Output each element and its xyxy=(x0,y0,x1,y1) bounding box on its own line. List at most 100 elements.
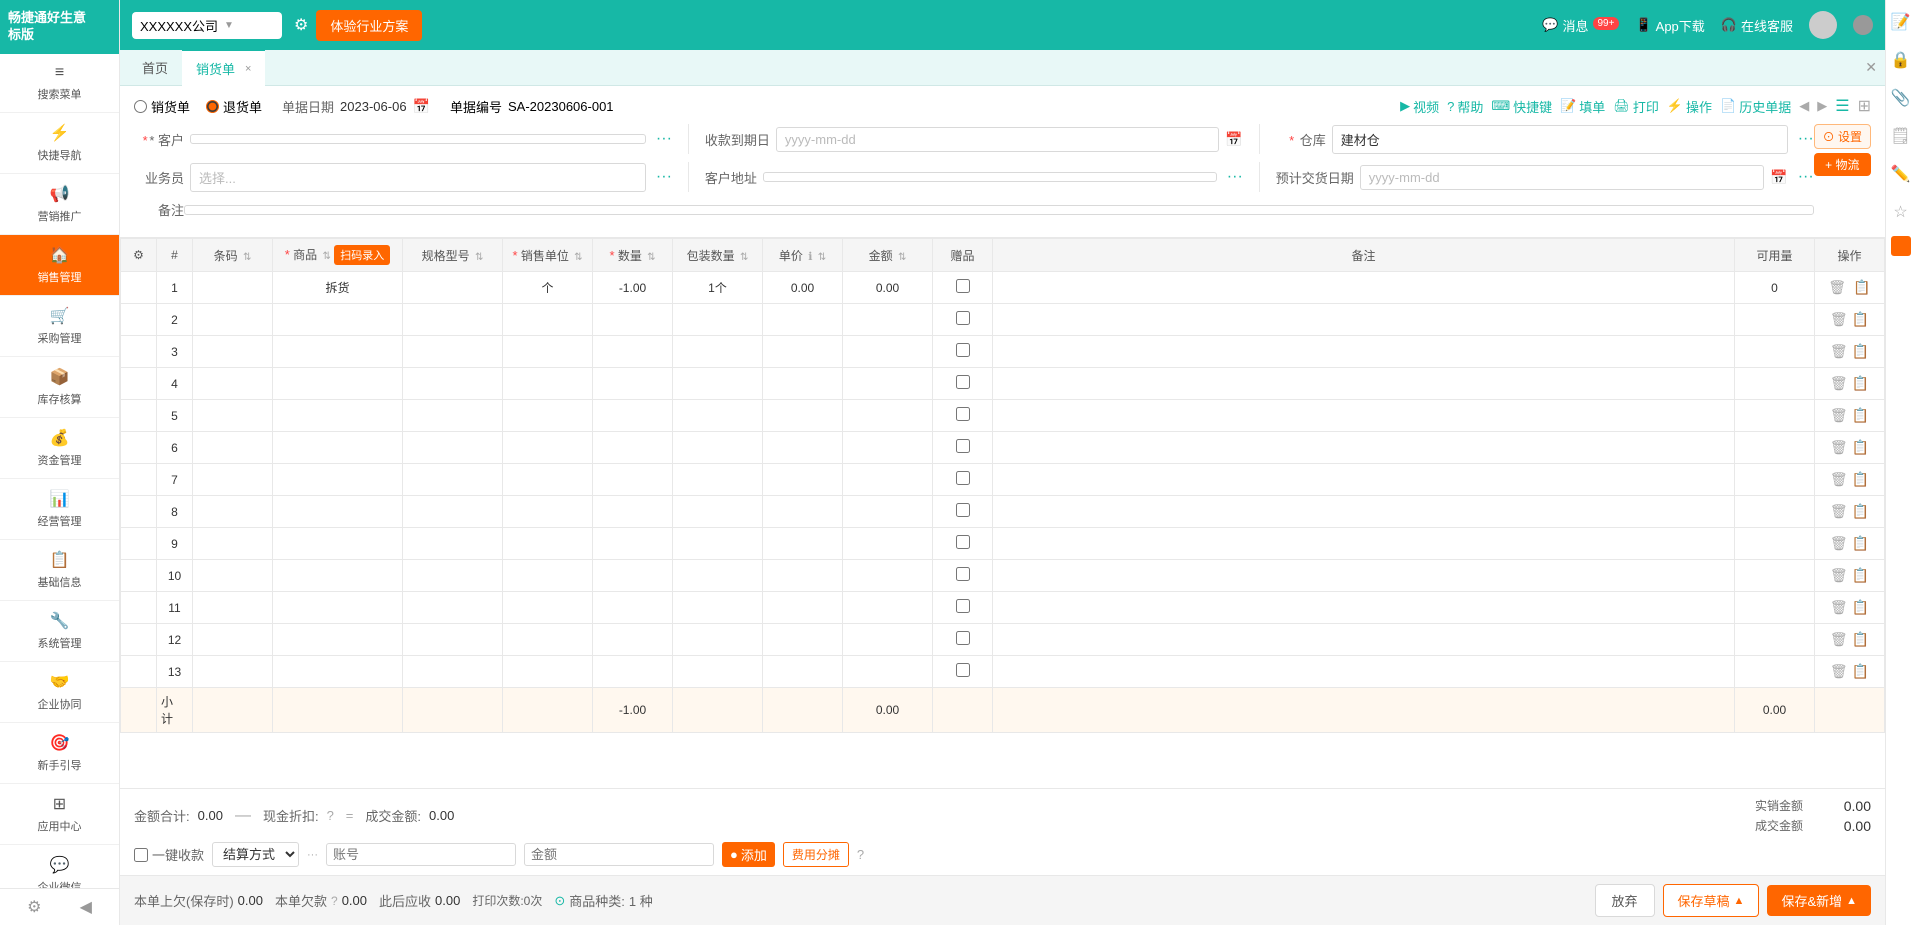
delete-icon[interactable]: 🗑 xyxy=(1830,535,1848,551)
flow-button[interactable]: + 物流 xyxy=(1814,153,1871,176)
nav-next-icon[interactable]: ▶ xyxy=(1817,98,1827,114)
sidebar-item-management[interactable]: 📊 经营管理 xyxy=(0,479,119,540)
settings-button[interactable]: ⊙ 设置 xyxy=(1814,124,1871,149)
one-click-pay-checkbox[interactable]: 一键收款 xyxy=(134,845,204,864)
copy-icon-1[interactable]: 📋 xyxy=(1853,279,1870,295)
gift-checkbox[interactable] xyxy=(956,599,970,613)
th-settings[interactable]: ⚙ xyxy=(121,239,157,272)
expected-dots-icon[interactable]: ··· xyxy=(1798,169,1814,185)
warehouse-dots-icon[interactable]: ··· xyxy=(1798,131,1814,147)
user-avatar-2[interactable] xyxy=(1853,15,1873,35)
expected-cal-icon[interactable]: 📅 xyxy=(1770,169,1787,186)
save-draft-button[interactable]: 保存草稿 ▲ xyxy=(1663,884,1760,917)
delete-icon[interactable]: 🗑 xyxy=(1830,599,1848,615)
row-product-1[interactable]: 拆货 xyxy=(273,272,403,304)
return-radio[interactable] xyxy=(206,100,219,113)
gift-checkbox[interactable] xyxy=(956,631,970,645)
message-item[interactable]: 💬 消息 99+ xyxy=(1542,16,1619,35)
tab-close-icon[interactable]: × xyxy=(245,63,251,75)
copy-icon[interactable]: 📋 xyxy=(1852,375,1869,391)
copy-icon[interactable]: 📋 xyxy=(1852,663,1869,679)
copy-icon[interactable]: 📋 xyxy=(1852,343,1869,359)
gift-checkbox[interactable] xyxy=(956,311,970,325)
view-list-icon[interactable]: ☰ xyxy=(1835,96,1849,116)
sidebar-item-finance[interactable]: 💰 资金管理 xyxy=(0,418,119,479)
fenyong-help-icon[interactable]: ? xyxy=(857,847,864,862)
video-link[interactable]: ▶ 视频 xyxy=(1400,97,1439,116)
operation-link[interactable]: ⚡ 操作 xyxy=(1667,97,1712,116)
sidebar-item-purchase[interactable]: 🛒 采购管理 xyxy=(0,296,119,357)
settings-footer-icon[interactable]: ⚙ xyxy=(27,897,41,917)
nav-prev-icon[interactable]: ◀ xyxy=(1799,98,1809,114)
sidebar-item-apps[interactable]: ⊞ 应用中心 xyxy=(0,784,119,845)
gift-checkbox[interactable] xyxy=(956,471,970,485)
row-spec-1[interactable] xyxy=(403,272,503,304)
copy-icon[interactable]: 📋 xyxy=(1852,439,1869,455)
expected-date-input[interactable]: yyyy-mm-dd xyxy=(1360,165,1764,190)
company-selector[interactable]: XXXXXX公司 ▼ xyxy=(132,12,282,39)
calendar-icon[interactable]: 📅 xyxy=(413,98,430,115)
amount-input[interactable] xyxy=(524,843,714,866)
gift-checkbox[interactable] xyxy=(956,567,970,581)
price-info-icon[interactable]: ℹ xyxy=(808,251,812,263)
row-gift-1[interactable] xyxy=(933,272,993,304)
online-support-item[interactable]: 🎧 在线客服 xyxy=(1721,16,1793,35)
scan-button[interactable]: 扫码录入 xyxy=(334,245,390,265)
warehouse-input[interactable]: 建材仓 xyxy=(1332,125,1788,154)
gift-checkbox[interactable] xyxy=(956,503,970,517)
row-barcode-1[interactable] xyxy=(193,272,273,304)
tab-sales-order[interactable]: 销货单 × xyxy=(182,49,265,86)
gift-checkbox[interactable] xyxy=(956,375,970,389)
template-link[interactable]: 📝 填单 xyxy=(1560,97,1605,116)
rp-star-icon[interactable]: ☆ xyxy=(1889,198,1911,226)
sale-radio[interactable] xyxy=(134,100,147,113)
rp-lock-icon[interactable]: 🔒 xyxy=(1887,46,1915,74)
sidebar-item-basic[interactable]: 📋 基础信息 xyxy=(0,540,119,601)
delete-icon[interactable]: 🗑 xyxy=(1830,343,1848,359)
delete-icon[interactable]: 🗑 xyxy=(1830,631,1848,647)
add-payment-button[interactable]: ● 添加 xyxy=(722,842,775,867)
sidebar-item-wechat[interactable]: 💬 企业微信 xyxy=(0,845,119,888)
settlement-dots-icon[interactable]: ··· xyxy=(307,849,318,861)
return-radio-label[interactable]: 退货单 xyxy=(206,97,262,116)
delete-icon[interactable]: 🗑 xyxy=(1830,567,1848,583)
row-price-1[interactable]: 0.00 xyxy=(763,272,843,304)
copy-icon[interactable]: 📋 xyxy=(1852,567,1869,583)
salesperson-dots-icon[interactable]: ··· xyxy=(656,169,672,185)
receivable-cal-icon[interactable]: 📅 xyxy=(1225,131,1242,148)
delete-icon[interactable]: 🗑 xyxy=(1830,471,1848,487)
rp-pen-icon[interactable]: ✏️ xyxy=(1887,160,1915,188)
gift-checkbox-1[interactable] xyxy=(956,279,970,293)
rp-attach-icon[interactable]: 📎 xyxy=(1887,84,1915,112)
copy-icon[interactable]: 📋 xyxy=(1852,311,1869,327)
copy-icon[interactable]: 📋 xyxy=(1852,535,1869,551)
settlement-select[interactable]: 结算方式 xyxy=(212,842,299,867)
delete-icon[interactable]: 🗑 xyxy=(1830,407,1848,423)
collapse-icon[interactable]: ◀ xyxy=(80,897,92,917)
sidebar-item-marketing[interactable]: 📢 营销推广 xyxy=(0,174,119,235)
copy-icon[interactable]: 📋 xyxy=(1852,503,1869,519)
gift-checkbox[interactable] xyxy=(956,535,970,549)
copy-icon[interactable]: 📋 xyxy=(1852,599,1869,615)
delete-icon[interactable]: 🗑 xyxy=(1830,439,1848,455)
view-grid-icon[interactable]: ⊞ xyxy=(1858,96,1871,116)
row-memo-1[interactable] xyxy=(993,272,1735,304)
sidebar-item-sales[interactable]: 🏠 销售管理 xyxy=(0,235,119,296)
abandon-button[interactable]: 放弃 xyxy=(1595,884,1655,917)
salesperson-input[interactable]: 选择... xyxy=(190,163,646,192)
owe-help-icon[interactable]: ? xyxy=(331,894,338,908)
row-pkg-qty-1[interactable]: 1个 xyxy=(673,272,763,304)
row-amount-1[interactable]: 0.00 xyxy=(843,272,933,304)
sidebar-item-newbie[interactable]: 🎯 新手引导 xyxy=(0,723,119,784)
history-link[interactable]: 📄 历史单据 xyxy=(1720,97,1791,116)
delete-icon[interactable]: 🗑 xyxy=(1830,375,1848,391)
app-download-item[interactable]: 📱 App下载 xyxy=(1635,16,1704,35)
delete-icon-1[interactable]: 🗑 xyxy=(1828,279,1846,295)
user-avatar[interactable] xyxy=(1809,11,1837,39)
rp-edit-icon[interactable]: 📝 xyxy=(1887,8,1915,36)
gift-checkbox[interactable] xyxy=(956,343,970,357)
customer-input[interactable] xyxy=(190,134,646,144)
gift-checkbox[interactable] xyxy=(956,439,970,453)
receivable-input[interactable]: yyyy-mm-dd xyxy=(776,127,1219,152)
sidebar-item-system[interactable]: 🔧 系统管理 xyxy=(0,601,119,662)
